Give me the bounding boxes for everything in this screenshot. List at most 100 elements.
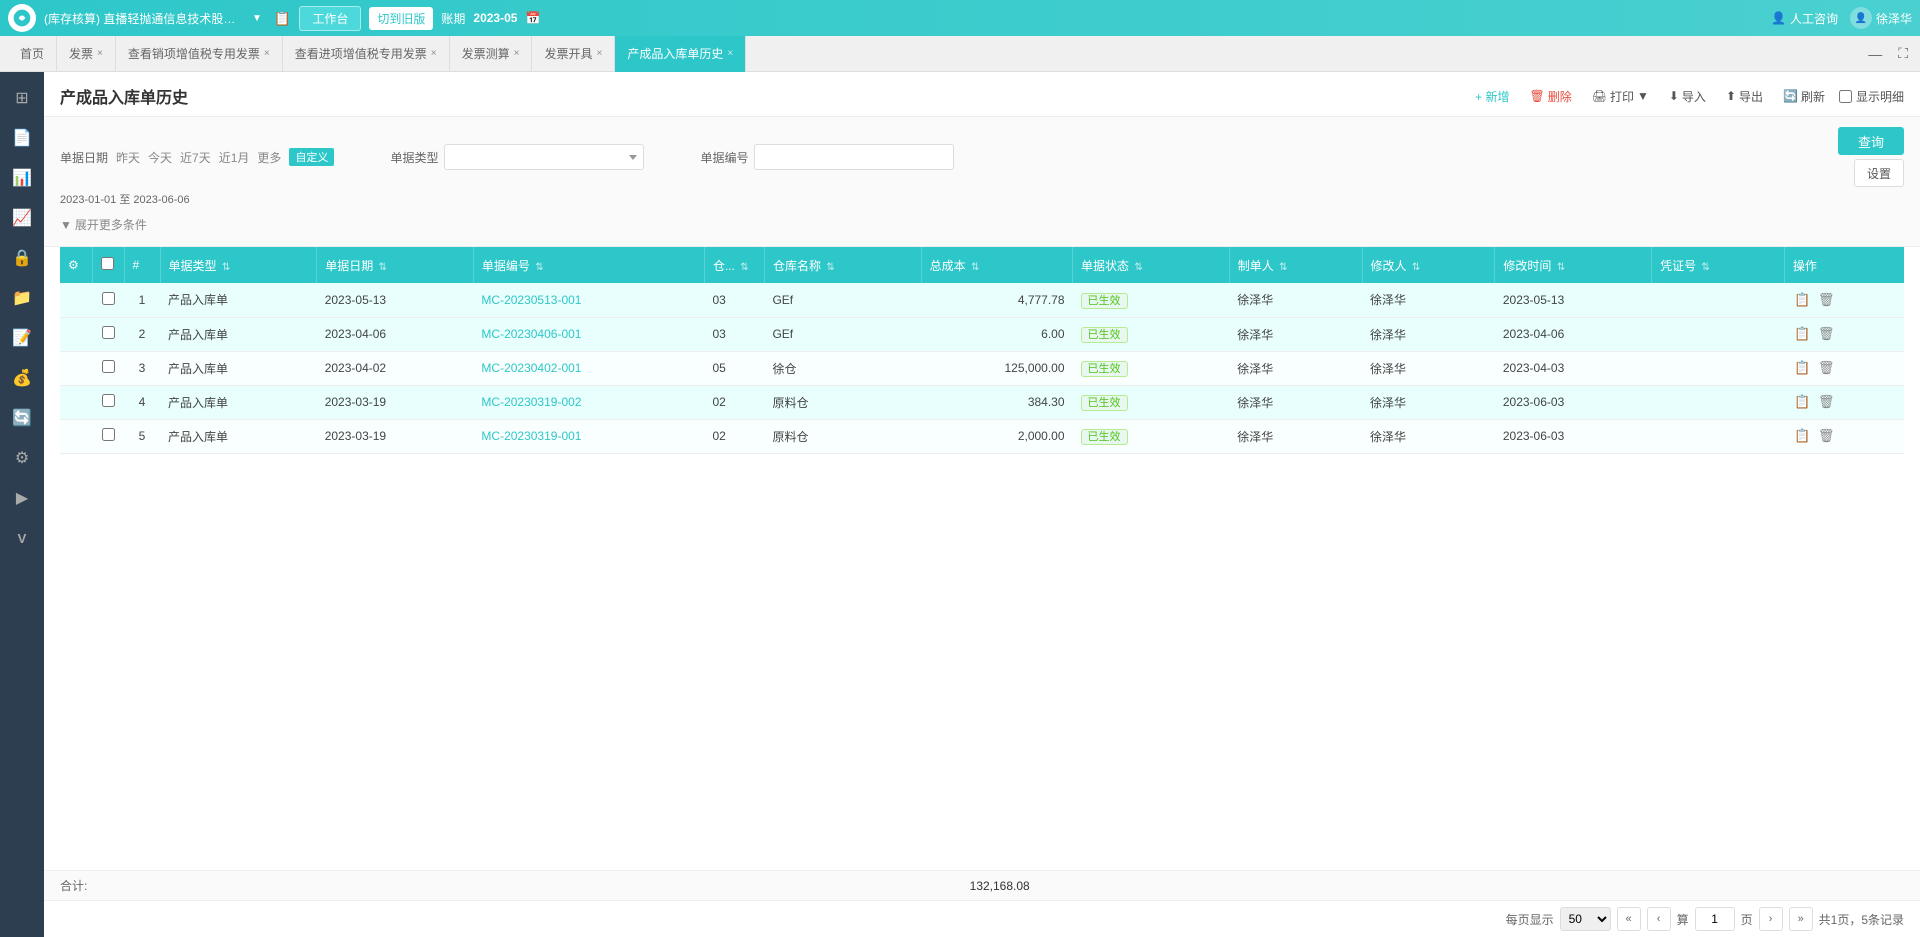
tab-invoice-calc-close[interactable]: ×	[514, 48, 520, 59]
tab-sales-vat-close[interactable]: ×	[264, 48, 270, 59]
row-edit-icon-2[interactable]: 📋	[1794, 360, 1810, 375]
bill-no-link-4[interactable]: MC-20230319-001	[481, 429, 581, 443]
sidebar-item-report[interactable]: 📊	[4, 160, 40, 196]
expand-more-button[interactable]: ▼ 展开更多条件	[60, 213, 1904, 236]
calendar-icon[interactable]: 📅	[525, 11, 540, 25]
th-warehouse-no[interactable]: 仓... ⇅	[704, 247, 764, 283]
print-button[interactable]: 🖨 打印 ▼	[1586, 85, 1655, 108]
tab-purchase-vat-close[interactable]: ×	[431, 48, 437, 59]
row-edit-icon-1[interactable]: 📋	[1794, 326, 1810, 341]
show-detail-checkbox[interactable]	[1839, 90, 1852, 103]
user-service[interactable]: 👤 人工咨询	[1771, 10, 1838, 27]
page-number-input[interactable]	[1695, 907, 1735, 931]
th-bill-no[interactable]: 单据编号 ⇅	[473, 247, 704, 283]
bill-no-input[interactable]	[754, 144, 954, 170]
th-warehouse-name[interactable]: 仓库名称 ⇅	[764, 247, 921, 283]
tab-invoice-open-close[interactable]: ×	[596, 48, 602, 59]
row-edit-icon-3[interactable]: 📋	[1794, 394, 1810, 409]
tab-purchase-vat[interactable]: 查看进项增值税专用发票 ×	[283, 36, 450, 72]
row-bill-no-2[interactable]: MC-20230402-001	[473, 351, 704, 385]
select-all-checkbox[interactable]	[101, 257, 114, 270]
date-custom-badge[interactable]: 自定义	[289, 148, 334, 166]
per-page-select[interactable]: 50 100 200	[1560, 907, 1611, 931]
row-bill-no-3[interactable]: MC-20230319-002	[473, 385, 704, 419]
row-checkbox-4[interactable]	[102, 428, 115, 441]
th-modify-time[interactable]: 修改时间 ⇅	[1495, 247, 1652, 283]
row-checkbox-1[interactable]	[102, 326, 115, 339]
row-checkbox-3[interactable]	[102, 394, 115, 407]
prev-page-button[interactable]: ‹	[1647, 907, 1671, 931]
shortcut-today[interactable]: 今天	[146, 148, 174, 167]
new-button[interactable]: + 新增	[1469, 85, 1515, 108]
th-bill-type[interactable]: 单据类型 ⇅	[160, 247, 317, 283]
bill-no-link-3[interactable]: MC-20230319-002	[481, 395, 581, 409]
tab-sales-vat[interactable]: 查看销项增值税专用发票 ×	[116, 36, 283, 72]
th-voucher-no[interactable]: 凭证号 ⇅	[1652, 247, 1785, 283]
sidebar-item-version[interactable]: V	[4, 520, 40, 556]
sidebar-item-lock[interactable]: 🔒	[4, 240, 40, 276]
th-check[interactable]	[92, 247, 124, 283]
show-detail-toggle[interactable]: 显示明细	[1839, 88, 1904, 105]
tab-product-inbound-close[interactable]: ×	[727, 48, 733, 59]
row-delete-icon-3[interactable]: 🗑	[1818, 394, 1835, 409]
setting-button[interactable]: 设置	[1854, 159, 1904, 187]
tab-invoice[interactable]: 发票 ×	[57, 36, 116, 72]
row-delete-icon-2[interactable]: 🗑	[1818, 360, 1835, 375]
sidebar-item-voucher[interactable]: 📝	[4, 320, 40, 356]
sidebar-item-doc[interactable]: 📄	[4, 120, 40, 156]
switch-version-button[interactable]: 切到旧版	[369, 7, 433, 30]
shortcut-yesterday[interactable]: 昨天	[114, 148, 142, 167]
row-edit-icon-4[interactable]: 📋	[1794, 428, 1810, 443]
last-page-button[interactable]: »	[1789, 907, 1813, 931]
bill-no-link-2[interactable]: MC-20230402-001	[481, 361, 581, 375]
tab-home[interactable]: 首页	[8, 36, 57, 72]
row-edit-icon-0[interactable]: 📋	[1794, 292, 1810, 307]
th-bill-date[interactable]: 单据日期 ⇅	[317, 247, 474, 283]
tab-maximize-button[interactable]: ⛶	[1894, 43, 1912, 64]
query-button[interactable]: 查询	[1838, 127, 1904, 155]
row-delete-icon-1[interactable]: 🗑	[1818, 326, 1835, 341]
tab-invoice-close[interactable]: ×	[97, 48, 103, 59]
first-page-button[interactable]: «	[1617, 907, 1641, 931]
row-delete-icon-4[interactable]: 🗑	[1818, 428, 1835, 443]
sidebar-item-analysis[interactable]: 📈	[4, 200, 40, 236]
row-check-0[interactable]	[92, 283, 124, 317]
delete-button[interactable]: 🗑 删除	[1523, 85, 1577, 108]
th-settings[interactable]: ⚙	[60, 247, 92, 283]
sidebar-item-settings[interactable]: ⚙	[4, 440, 40, 476]
shortcut-more[interactable]: 更多	[255, 148, 283, 167]
refresh-button[interactable]: 🔄 刷新	[1777, 85, 1831, 108]
sidebar-item-player[interactable]: ▶	[4, 480, 40, 516]
th-modifier[interactable]: 修改人 ⇅	[1362, 247, 1495, 283]
row-checkbox-2[interactable]	[102, 360, 115, 373]
row-check-2[interactable]	[92, 351, 124, 385]
th-total-cost[interactable]: 总成本 ⇅	[921, 247, 1072, 283]
tab-minimize-button[interactable]: —	[1864, 44, 1886, 64]
tab-product-inbound[interactable]: 产成品入库单历史 ×	[615, 36, 746, 72]
shortcut-1month[interactable]: 近1月	[217, 148, 252, 167]
next-page-button[interactable]: ›	[1759, 907, 1783, 931]
sidebar-item-home[interactable]: ⊞	[4, 80, 40, 116]
row-delete-icon-0[interactable]: 🗑	[1818, 292, 1835, 307]
row-checkbox-0[interactable]	[102, 292, 115, 305]
row-bill-no-0[interactable]: MC-20230513-001	[473, 283, 704, 317]
tab-invoice-calc[interactable]: 发票测算 ×	[450, 36, 533, 72]
workbench-button[interactable]: 工作台	[299, 6, 361, 31]
bill-no-link-1[interactable]: MC-20230406-001	[481, 327, 581, 341]
th-bill-status[interactable]: 单据状态 ⇅	[1073, 247, 1230, 283]
row-check-4[interactable]	[92, 419, 124, 453]
user-profile[interactable]: 👤 徐泽华	[1850, 7, 1912, 29]
shortcut-7days[interactable]: 近7天	[178, 148, 213, 167]
company-dropdown-icon[interactable]: ▼	[252, 13, 262, 24]
sidebar-item-tax[interactable]: 💰	[4, 360, 40, 396]
bill-type-select[interactable]	[444, 144, 644, 170]
sidebar-item-collect[interactable]: 🔄	[4, 400, 40, 436]
column-settings-icon[interactable]: ⚙	[68, 258, 79, 272]
row-check-3[interactable]	[92, 385, 124, 419]
sidebar-item-archive[interactable]: 📁	[4, 280, 40, 316]
bill-no-link-0[interactable]: MC-20230513-001	[481, 293, 581, 307]
tab-invoice-open[interactable]: 发票开具 ×	[532, 36, 615, 72]
row-bill-no-1[interactable]: MC-20230406-001	[473, 317, 704, 351]
row-check-1[interactable]	[92, 317, 124, 351]
import-button[interactable]: ⬇ 导入	[1663, 85, 1712, 108]
